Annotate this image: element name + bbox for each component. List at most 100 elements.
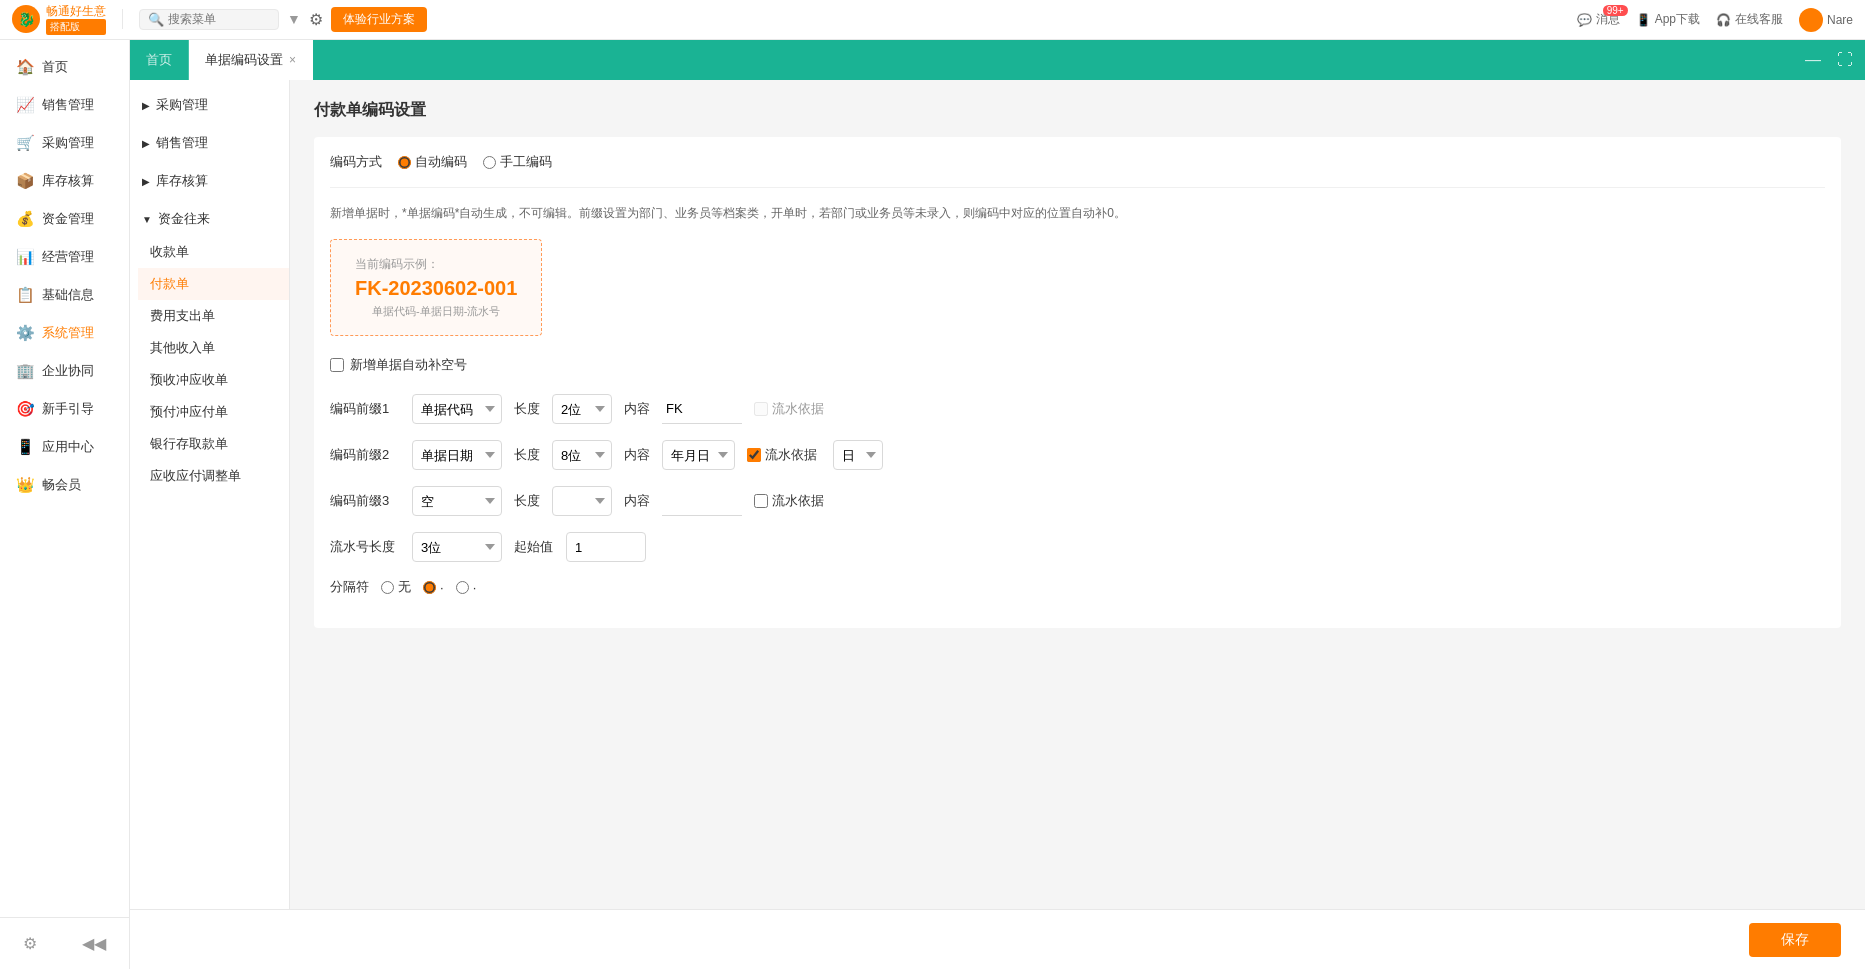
prefix1-content-input[interactable] (662, 394, 742, 424)
separator-none-radio[interactable] (381, 581, 394, 594)
prefix2-day-select[interactable]: 日 月 年 (833, 440, 883, 470)
search-input[interactable] (168, 12, 268, 26)
sidebar-item-app-center[interactable]: 📱 应用中心 (0, 428, 129, 466)
prefix2-water-checkbox[interactable]: 流水依据 (747, 446, 817, 464)
separator-dot1-label: · (440, 580, 444, 595)
prefix2-length-select[interactable]: 8位 2位 4位 6位 (552, 440, 612, 470)
sub-item-receipt[interactable]: 收款单 (138, 236, 289, 268)
sidebar-item-guide[interactable]: 🎯 新手引导 (0, 390, 129, 428)
auto-fill-checkbox[interactable] (330, 358, 344, 372)
sidebar-item-finance-label: 资金管理 (42, 210, 94, 228)
code-preview-sub: 单据代码-单据日期-流水号 (355, 304, 517, 319)
collapse-icon[interactable]: ◀◀ (74, 926, 114, 961)
sub-group-sales-title[interactable]: ▶ 销售管理 (130, 126, 289, 160)
sidebar-item-system[interactable]: ⚙️ 系统管理 (0, 314, 129, 352)
settings-bottom-icon[interactable]: ⚙ (15, 926, 45, 961)
prefix1-length-select[interactable]: 2位 4位 6位 8位 (552, 394, 612, 424)
user-item[interactable]: Nare (1799, 8, 1853, 32)
message-icon: 💬 (1577, 13, 1592, 27)
online-service-label: 在线客服 (1735, 11, 1783, 28)
separator-dot1-option[interactable]: · (423, 580, 444, 595)
prefix2-row: 编码前缀2 单据日期 单据代码 空 部门 业务员 长度 8位 2位 4位 (330, 440, 1825, 470)
prefix3-water-input[interactable] (754, 494, 768, 508)
separator-dot2-radio[interactable] (456, 581, 469, 594)
sidebar-item-inventory[interactable]: 📦 库存核算 (0, 162, 129, 200)
sub-group-finance: ▼ 资金往来 收款单 付款单 费用支出单 (130, 202, 289, 492)
sub-item-bank[interactable]: 银行存取款单 (138, 428, 289, 460)
tab-close-icon[interactable]: × (289, 53, 296, 67)
sub-item-expense[interactable]: 费用支出单 (138, 300, 289, 332)
sidebar-item-home[interactable]: 🏠 首页 (0, 48, 129, 86)
member-icon: 👑 (16, 476, 34, 494)
settings-panel: 编码方式 自动编码 手工编码 (314, 137, 1841, 628)
prefix3-length-select[interactable] (552, 486, 612, 516)
sub-item-prepaid-pay[interactable]: 预付冲应付单 (138, 396, 289, 428)
tab-encoding-settings[interactable]: 单据编码设置 × (189, 40, 313, 80)
prefix2-water-input[interactable] (747, 448, 761, 462)
sidebar-item-base[interactable]: 📋 基础信息 (0, 276, 129, 314)
sub-item-adjust[interactable]: 应收应付调整单 (138, 460, 289, 492)
trial-button[interactable]: 体验行业方案 (331, 7, 427, 32)
tab-bar: 首页 单据编码设置 × — ⛶ (130, 40, 1865, 80)
settings-icon[interactable]: ⚙ (309, 10, 323, 29)
prefix1-water-checkbox[interactable]: 流水依据 (754, 400, 824, 418)
prefix1-water-input[interactable] (754, 402, 768, 416)
sub-item-other-income[interactable]: 其他收入单 (138, 332, 289, 364)
sidebar-item-purchase[interactable]: 🛒 采购管理 (0, 124, 129, 162)
logo-text-area: 畅通好生意 搭配版 (46, 4, 106, 34)
code-preview-value: FK-20230602-001 (355, 277, 517, 300)
sub-group-finance-title[interactable]: ▼ 资金往来 (130, 202, 289, 236)
separator-none-option[interactable]: 无 (381, 578, 411, 596)
sidebar-item-operation-label: 经营管理 (42, 248, 94, 266)
sidebar-item-enterprise[interactable]: 🏢 企业协同 (0, 352, 129, 390)
radio-auto-input[interactable] (398, 156, 411, 169)
logo: 🐉 畅通好生意 搭配版 (12, 4, 106, 34)
divider (122, 9, 123, 29)
search-box[interactable]: 🔍 (139, 9, 279, 30)
sidebar-item-sales[interactable]: 📈 销售管理 (0, 86, 129, 124)
encoding-method-label: 编码方式 (330, 153, 382, 171)
chevron-right-icon: ▶ (142, 100, 150, 111)
radio-auto-encoding[interactable]: 自动编码 (398, 153, 467, 171)
sub-group-sales-label: 销售管理 (156, 134, 208, 152)
user-name: Nare (1827, 13, 1853, 27)
sub-group-purchase-title[interactable]: ▶ 采购管理 (130, 88, 289, 122)
prefix2-content-label: 内容 (624, 446, 650, 464)
tab-home[interactable]: 首页 (130, 40, 189, 80)
tab-minimize-icon[interactable]: — (1801, 47, 1825, 73)
serial-length-select[interactable]: 3位 1位 2位 4位 5位 6位 (412, 532, 502, 562)
sidebar-item-finance[interactable]: 💰 资金管理 (0, 200, 129, 238)
separator-dot1-radio[interactable] (423, 581, 436, 594)
prefix1-content-label: 内容 (624, 400, 650, 418)
logo-brand: 畅通好生意 (46, 4, 106, 18)
message-item[interactable]: 💬 消息 99+ (1577, 11, 1620, 28)
prefix2-select[interactable]: 单据日期 单据代码 空 部门 业务员 (412, 440, 502, 470)
start-value-input[interactable] (566, 532, 646, 562)
save-button[interactable]: 保存 (1749, 923, 1841, 957)
prefix3-water-checkbox[interactable]: 流水依据 (754, 492, 824, 510)
prefix3-select[interactable]: 空 单据代码 单据日期 部门 业务员 (412, 486, 502, 516)
sidebar-item-member[interactable]: 👑 畅会员 (0, 466, 129, 504)
radio-manual-encoding[interactable]: 手工编码 (483, 153, 552, 171)
auto-fill-label: 新增单据自动补空号 (350, 356, 467, 374)
separator-dot2-option[interactable]: · (456, 580, 477, 595)
sidebar-item-operation[interactable]: 📊 经营管理 (0, 238, 129, 276)
prefix1-select[interactable]: 单据代码 单据日期 空 部门 业务员 (412, 394, 502, 424)
sub-group-inventory-title[interactable]: ▶ 库存核算 (130, 164, 289, 198)
tab-maximize-icon[interactable]: ⛶ (1833, 47, 1857, 73)
dropdown-icon[interactable]: ▼ (287, 11, 301, 27)
prefix3-content-input[interactable] (662, 486, 742, 516)
topbar-left: 🐉 畅通好生意 搭配版 🔍 ▼ ⚙ 体验行业方案 (12, 4, 427, 34)
prefix2-content-select[interactable]: 年月日 年月 年 月日 (662, 440, 735, 470)
online-service-item[interactable]: 🎧 在线客服 (1716, 11, 1783, 28)
sidebar: 🏠 首页 📈 销售管理 🛒 采购管理 📦 库存核算 💰 资金管理 📊 经 (0, 40, 130, 969)
sub-item-payment[interactable]: 付款单 (138, 268, 289, 300)
sub-group-inventory-label: 库存核算 (156, 172, 208, 190)
app-download-item[interactable]: 📱 App下载 (1636, 11, 1700, 28)
sidebar-item-app-center-label: 应用中心 (42, 438, 94, 456)
radio-manual-input[interactable] (483, 156, 496, 169)
sub-item-prepaid-recv[interactable]: 预收冲应收单 (138, 364, 289, 396)
app-download-label: App下载 (1655, 11, 1700, 28)
sidebar-item-base-label: 基础信息 (42, 286, 94, 304)
tab-home-label: 首页 (146, 51, 172, 69)
